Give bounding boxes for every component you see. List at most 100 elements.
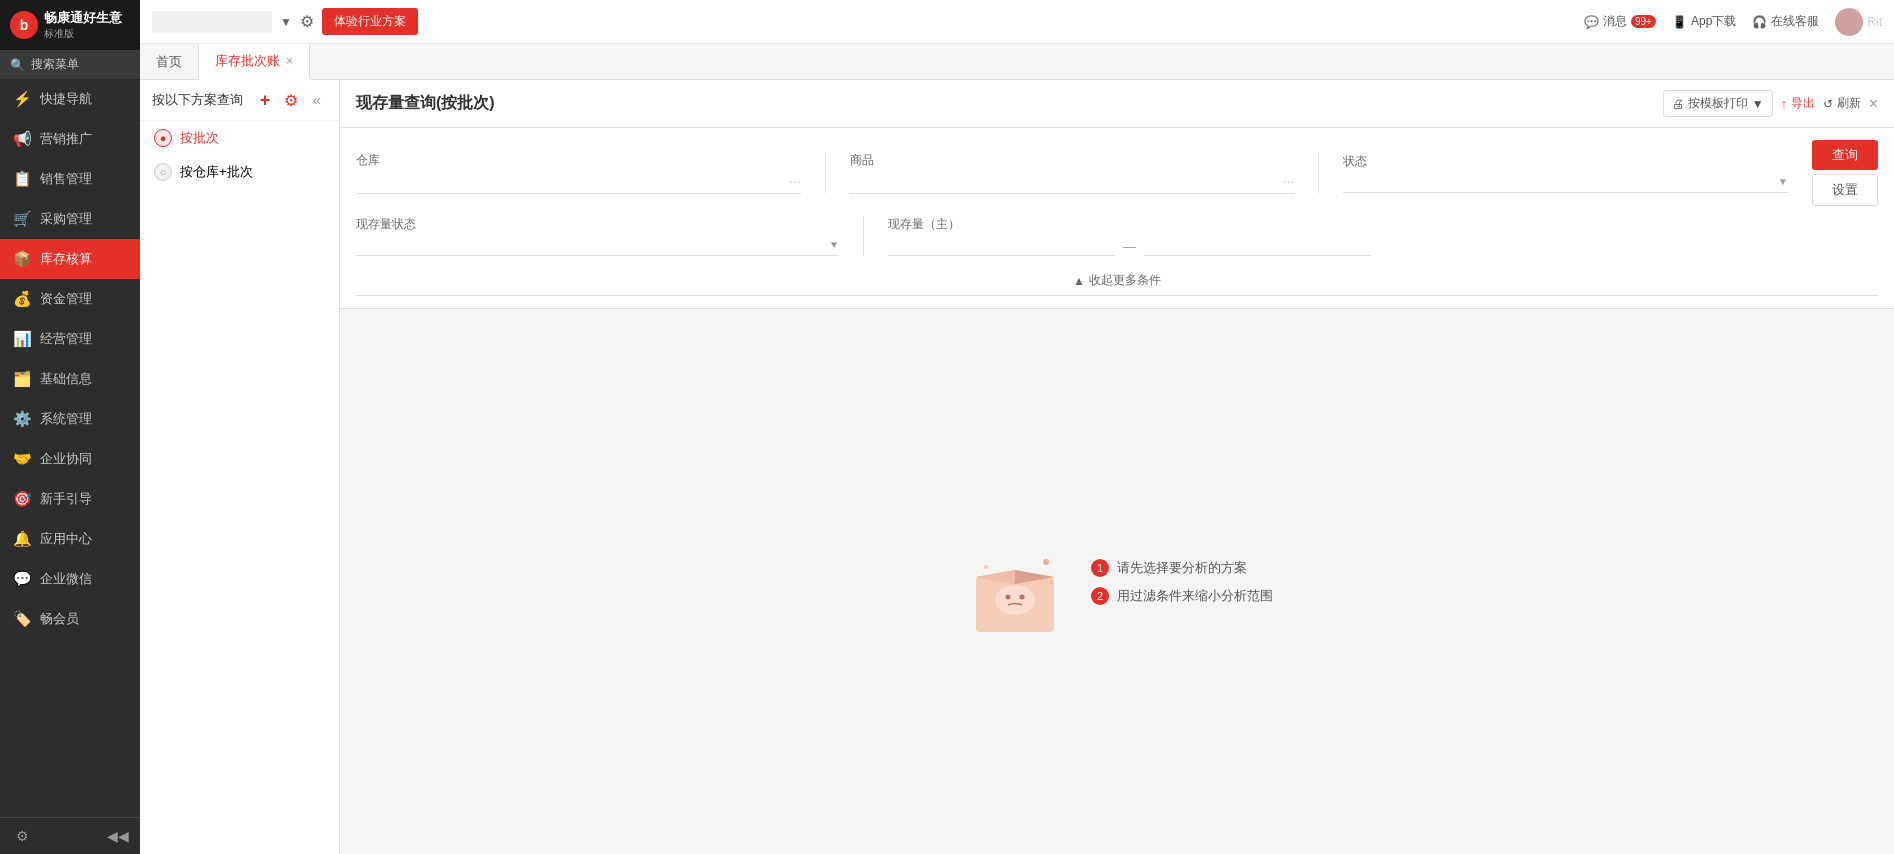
sidebar-logo: b 畅康通好生意 标准版 <box>0 0 140 50</box>
filter-settings-btn[interactable]: 设置 <box>1812 174 1878 206</box>
panel-header-actions: 🖨 按模板打印 ▼ ↑ 导出 ↺ 刷新 × <box>1663 90 1878 117</box>
product-input[interactable] <box>850 174 1283 188</box>
inventory-icon: 📦 <box>12 249 32 269</box>
search-icon: 🔍 <box>10 58 25 72</box>
purchase-icon: 🛒 <box>12 209 32 229</box>
filter-status-wrap: ▼ <box>1343 174 1788 193</box>
topbar-search-input[interactable] <box>152 11 272 33</box>
query-btn[interactable]: 查询 <box>1812 140 1878 170</box>
sidebar-item-inventory[interactable]: 📦 库存核算 <box>0 239 140 279</box>
message-icon: 💬 <box>1584 15 1599 29</box>
empty-tips: 1 请先选择要分析的方案 2 用过滤条件来缩小分析范围 <box>1091 559 1273 605</box>
schema-icon-red: ● <box>154 129 172 147</box>
sidebar-item-system[interactable]: ⚙️ 系统管理 <box>0 399 140 439</box>
logo-text: 畅康通好生意 标准版 <box>44 10 122 40</box>
add-schema-btn[interactable]: + <box>255 90 275 110</box>
inventory-amount-from[interactable] <box>888 237 1115 256</box>
topbar-gear-btn[interactable]: ⚙ <box>300 12 314 31</box>
divider-2 <box>1318 153 1319 193</box>
tab-close-btn[interactable]: × <box>286 54 293 68</box>
sidebar-item-app-center[interactable]: 🔔 应用中心 <box>0 519 140 559</box>
message-badge: 99+ <box>1631 15 1656 28</box>
product-dots[interactable]: ··· <box>1283 173 1295 189</box>
sidebar-item-newbie[interactable]: 🎯 新手引导 <box>0 479 140 519</box>
app-download-icon: 📱 <box>1672 15 1687 29</box>
sidebar-item-purchase[interactable]: 🛒 采购管理 <box>0 199 140 239</box>
schema-item-by-batch[interactable]: ● 按批次 <box>140 121 339 155</box>
headset-icon: 🎧 <box>1752 15 1767 29</box>
sidebar-bottom: ⚙ ◀◀ <box>0 817 140 854</box>
sidebar-item-marketing[interactable]: 📢 营销推广 <box>0 119 140 159</box>
filter-row-1: 仓库 ··· 商品 ··· <box>356 140 1878 206</box>
online-service-item[interactable]: 🎧 在线客服 <box>1752 13 1819 30</box>
filter-actions-col: 查询 设置 <box>1812 140 1878 206</box>
system-icon: ⚙️ <box>12 409 32 429</box>
finance-icon: 💰 <box>12 289 32 309</box>
sidebar: b 畅康通好生意 标准版 🔍 搜索菜单 ⚡ 快捷导航 📢 营销推广 📋 销售管理… <box>0 0 140 854</box>
svg-point-1 <box>995 585 1035 615</box>
sidebar-settings-btn[interactable]: ⚙ <box>12 826 32 846</box>
content-area: 按以下方案查询 + ⚙ « ● 按批次 ○ 按仓库+批次 现存量查询(按批次) <box>140 80 1894 854</box>
logo-icon: b <box>10 11 38 39</box>
print-btn[interactable]: 🖨 按模板打印 ▼ <box>1663 90 1773 117</box>
tab-inventory-batch[interactable]: 库存批次账 × <box>199 44 310 80</box>
divider-3 <box>863 216 864 256</box>
sidebar-nav: ⚡ 快捷导航 📢 营销推广 📋 销售管理 🛒 采购管理 📦 库存核算 💰 资金管… <box>0 79 140 817</box>
user-item[interactable]: Rit <box>1835 8 1882 36</box>
warehouse-input[interactable] <box>356 174 789 188</box>
quick-nav-icon: ⚡ <box>12 89 32 109</box>
export-btn[interactable]: ↑ 导出 <box>1781 95 1815 112</box>
topbar-right: 💬 消息 99+ 📱 App下载 🎧 在线客服 Rit <box>1584 8 1882 36</box>
inv-status-chevron-icon: ▼ <box>829 239 839 250</box>
status-select[interactable] <box>1343 174 1778 188</box>
printer-icon: 🖨 <box>1672 97 1684 111</box>
empty-tip-2: 2 用过滤条件来缩小分析范围 <box>1091 587 1273 605</box>
inventory-amount-to[interactable] <box>1144 237 1371 256</box>
collapse-row[interactable]: ▲ 收起更多条件 <box>356 266 1878 296</box>
experience-btn[interactable]: 体验行业方案 <box>322 8 418 35</box>
warehouse-dots[interactable]: ··· <box>789 173 801 189</box>
schema-settings-btn[interactable]: ⚙ <box>281 90 301 110</box>
status-chevron-icon: ▼ <box>1778 176 1788 187</box>
filter-inventory-status-col: 现存量状态 ▼ <box>356 216 851 256</box>
sidebar-collapse-btn[interactable]: ◀◀ <box>108 826 128 846</box>
filter-warehouse-wrap: ··· <box>356 173 801 194</box>
sidebar-item-enterprise[interactable]: 🤝 企业协同 <box>0 439 140 479</box>
basic-icon: 🗂️ <box>12 369 32 389</box>
right-panel: 现存量查询(按批次) 🖨 按模板打印 ▼ ↑ 导出 ↺ 刷新 <box>340 80 1894 854</box>
inventory-status-select[interactable] <box>356 237 829 251</box>
tab-home[interactable]: 首页 <box>140 44 199 80</box>
svg-point-6 <box>1049 580 1053 584</box>
sidebar-item-sales[interactable]: 📋 销售管理 <box>0 159 140 199</box>
topbar-dropdown-btn[interactable]: ▼ <box>280 15 292 29</box>
svg-point-3 <box>1020 594 1025 599</box>
app-download-item[interactable]: 📱 App下载 <box>1672 13 1736 30</box>
collapse-left-btn[interactable]: « <box>307 90 327 110</box>
sidebar-item-basic[interactable]: 🗂️ 基础信息 <box>0 359 140 399</box>
empty-state: 1 请先选择要分析的方案 2 用过滤条件来缩小分析范围 <box>340 309 1894 854</box>
export-icon: ↑ <box>1781 97 1787 111</box>
panel-header: 现存量查询(按批次) 🖨 按模板打印 ▼ ↑ 导出 ↺ 刷新 <box>340 80 1894 128</box>
inventory-range: — <box>888 237 1371 256</box>
filter-inventory-status-wrap: ▼ <box>356 237 839 256</box>
divider-1 <box>825 153 826 193</box>
sidebar-search[interactable]: 🔍 搜索菜单 <box>0 50 140 79</box>
refresh-btn[interactable]: ↺ 刷新 <box>1823 95 1861 112</box>
left-panel-actions: + ⚙ « <box>255 90 327 110</box>
sidebar-item-quick-nav[interactable]: ⚡ 快捷导航 <box>0 79 140 119</box>
sidebar-item-finance[interactable]: 💰 资金管理 <box>0 279 140 319</box>
sidebar-item-wechat[interactable]: 💬 企业微信 <box>0 559 140 599</box>
filter-status-col: 状态 ▼ <box>1331 153 1800 193</box>
member-icon: 🏷️ <box>12 609 32 629</box>
sidebar-item-operation[interactable]: 📊 经营管理 <box>0 319 140 359</box>
app-center-icon: 🔔 <box>12 529 32 549</box>
message-item[interactable]: 💬 消息 99+ <box>1584 13 1656 30</box>
svg-point-2 <box>1006 594 1011 599</box>
sidebar-item-member[interactable]: 🏷️ 畅会员 <box>0 599 140 639</box>
collapse-up-icon: ▲ <box>1073 274 1085 288</box>
operation-icon: 📊 <box>12 329 32 349</box>
schema-item-by-warehouse-batch[interactable]: ○ 按仓库+批次 <box>140 155 339 189</box>
filter-product-wrap: ··· <box>850 173 1295 194</box>
close-panel-btn[interactable]: × <box>1869 95 1878 113</box>
left-panel-header: 按以下方案查询 + ⚙ « <box>140 80 339 121</box>
